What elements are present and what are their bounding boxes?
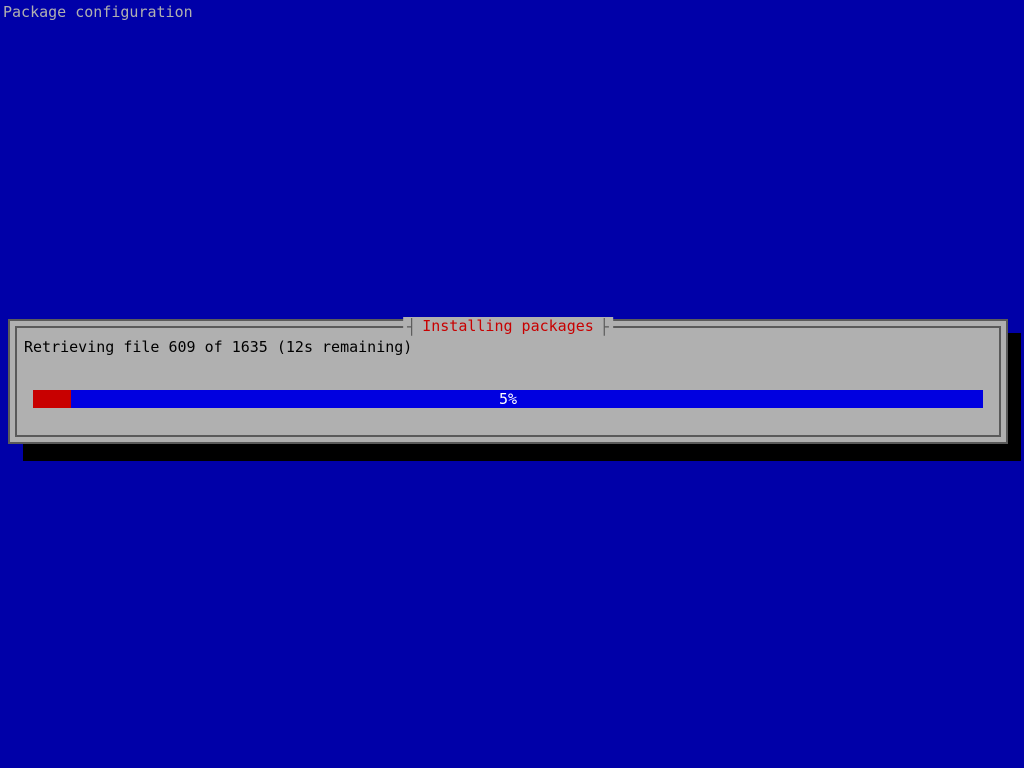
- progress-label: 5%: [499, 390, 517, 408]
- install-dialog: ┤Installing packages├ Retrieving file 60…: [8, 319, 1008, 444]
- dialog-title: Installing packages: [416, 317, 600, 335]
- title-left-tick-icon: ┤: [407, 318, 416, 336]
- header-title: Package configuration: [3, 3, 193, 21]
- dialog-inner-border: ┤Installing packages├ Retrieving file 60…: [15, 326, 1001, 437]
- progress-bar: 5%: [33, 390, 983, 408]
- page-header: Package configuration: [0, 0, 1024, 24]
- dialog-title-container: ┤Installing packages├: [403, 317, 613, 336]
- status-text: Retrieving file 609 of 1635 (12s remaini…: [24, 338, 412, 356]
- title-right-tick-icon: ├: [600, 318, 609, 336]
- progress-fill: [33, 390, 71, 408]
